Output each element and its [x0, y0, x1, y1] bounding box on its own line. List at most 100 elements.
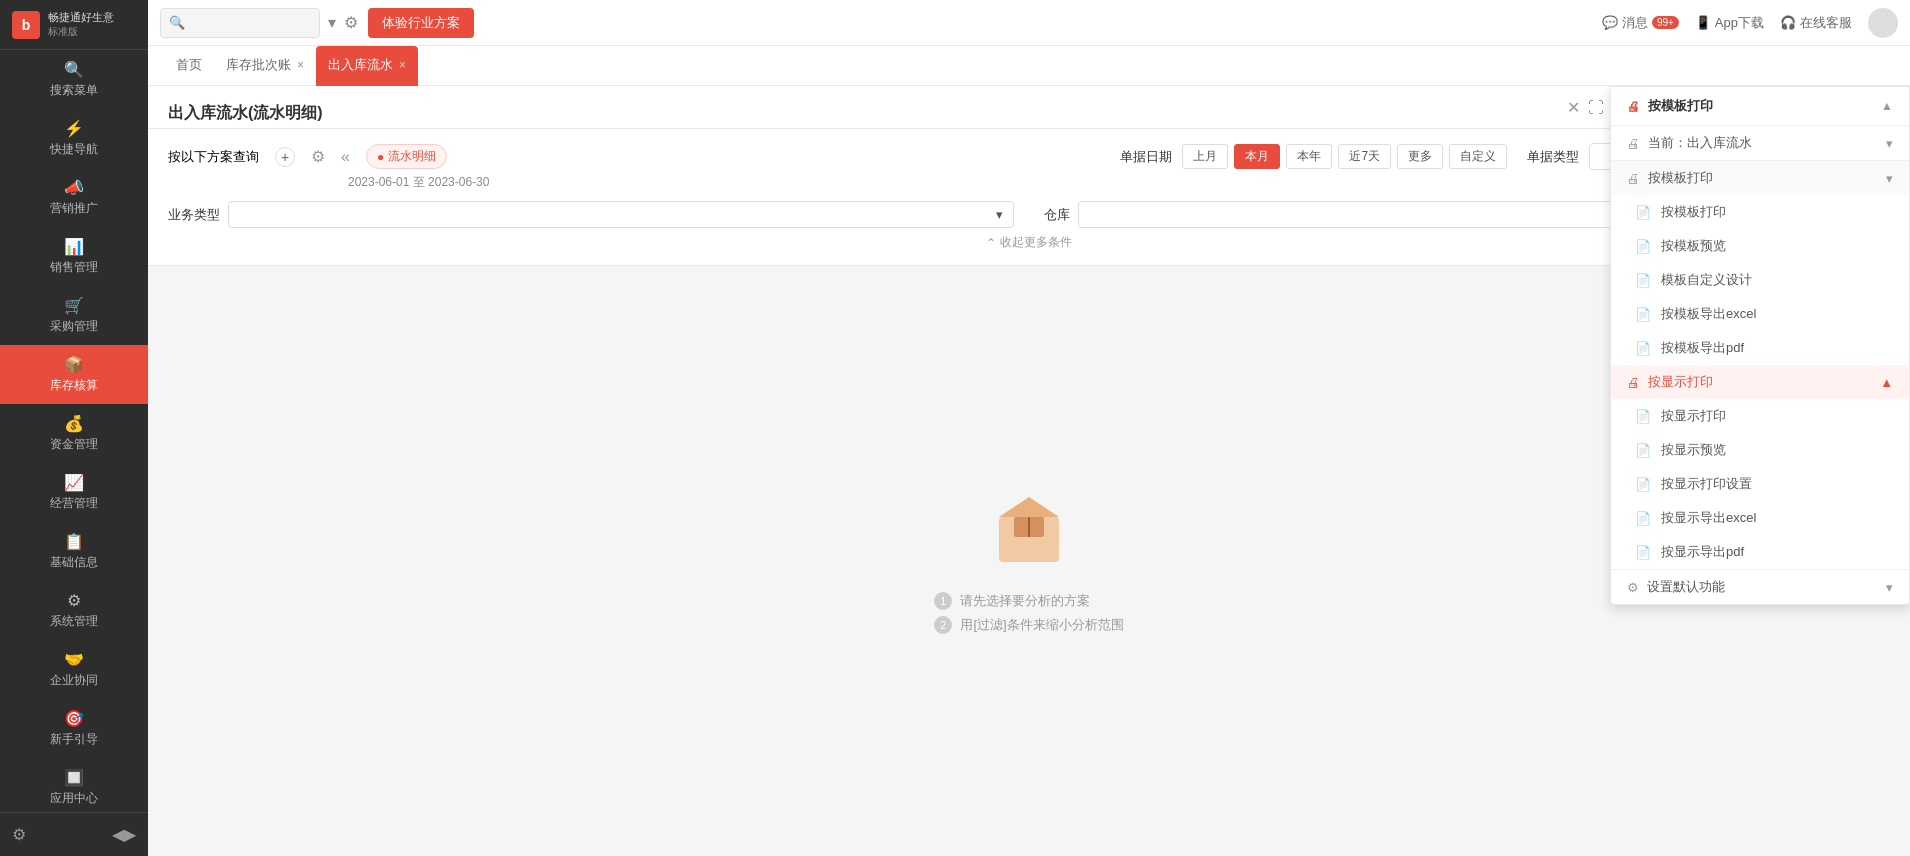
sidebar-item-label: 搜索菜单 — [50, 82, 98, 99]
display-print-section-label: 按显示打印 — [1648, 373, 1713, 391]
sales-icon: 📊 — [64, 237, 84, 256]
filter-collapse-button[interactable]: « — [341, 148, 350, 166]
date-tag-custom[interactable]: 自定义 — [1449, 144, 1507, 169]
tab-flow-close[interactable]: × — [399, 58, 406, 72]
step-2-text: 用[过滤]条件来缩小分析范围 — [960, 616, 1123, 634]
date-tag-year[interactable]: 本年 — [1286, 144, 1332, 169]
avatar[interactable] — [1868, 8, 1898, 38]
filter-settings-button[interactable]: ⚙ — [311, 147, 325, 166]
template-print-section-header[interactable]: 🖨 按模板打印 ▾ — [1611, 161, 1909, 195]
display-print-item[interactable]: 📄 按显示打印 — [1611, 399, 1909, 433]
sidebar-item-inventory[interactable]: 📦 库存核算 — [0, 345, 148, 404]
template-export-excel-item[interactable]: 📄 按模板导出excel — [1611, 297, 1909, 331]
app-download-item[interactable]: 📱 App下载 — [1695, 14, 1764, 32]
filter-chip[interactable]: ● 流水明细 — [366, 144, 447, 169]
system-icon: ⚙ — [67, 591, 81, 610]
online-service-item[interactable]: 🎧 在线客服 — [1780, 14, 1852, 32]
sidebar-footer: ⚙ ◀▶ — [0, 812, 148, 856]
tab-flow[interactable]: 出入库流水 × — [316, 46, 418, 86]
sidebar-item-basic[interactable]: 📋 基础信息 — [0, 522, 148, 581]
section-collapse-icon: ▲ — [1880, 375, 1893, 390]
filter-add-button[interactable]: + — [275, 147, 295, 167]
sidebar-item-sales[interactable]: 📊 销售管理 — [0, 227, 148, 286]
sidebar-item-quick-nav[interactable]: ⚡ 快捷导航 — [0, 109, 148, 168]
tab-flow-label: 出入库流水 — [328, 56, 393, 74]
tab-batch-label: 库存批次账 — [226, 56, 291, 74]
tab-batch[interactable]: 库存批次账 × — [214, 46, 316, 86]
footer-chevron: ▾ — [1886, 580, 1893, 595]
dropdown-footer[interactable]: ⚙ 设置默认功能 ▾ — [1611, 569, 1909, 604]
date-filter-tags: 上月 本月 本年 近7天 更多 自定义 — [1182, 144, 1507, 169]
current-item[interactable]: 🖨 当前：出入库流水 ▾ — [1611, 126, 1909, 161]
tab-home[interactable]: 首页 — [164, 46, 214, 86]
collapse-sidebar-icon[interactable]: ◀▶ — [112, 825, 136, 844]
template-preview-item[interactable]: 📄 按模板预览 — [1611, 229, 1909, 263]
search-box[interactable]: 🔍 — [160, 8, 320, 38]
purchase-icon: 🛒 — [64, 296, 84, 315]
display-print-icon: 📄 — [1635, 409, 1651, 424]
message-item[interactable]: 💬 消息 99+ — [1602, 14, 1679, 32]
sidebar-item-finance[interactable]: 💰 资金管理 — [0, 404, 148, 463]
sidebar-item-label: 基础信息 — [50, 554, 98, 571]
dropdown-chevron-up: ▲ — [1881, 99, 1893, 113]
display-export-pdf-item[interactable]: 📄 按显示导出pdf — [1611, 535, 1909, 569]
date-tag-current-month[interactable]: 本月 — [1234, 144, 1280, 169]
date-tag-more[interactable]: 更多 — [1397, 144, 1443, 169]
sidebar-item-app-center[interactable]: 🔲 应用中心 — [0, 758, 148, 812]
topbar-settings-icon[interactable]: ⚙ — [344, 13, 358, 32]
quick-nav-icon: ⚡ — [64, 119, 84, 138]
trial-btn[interactable]: 体验行业方案 — [368, 8, 474, 38]
doc-custom-icon: 📄 — [1635, 273, 1651, 288]
display-print-section-icon: 🖨 — [1627, 375, 1640, 390]
warehouse-label: 仓库 — [1044, 206, 1070, 224]
template-custom-item[interactable]: 📄 模板自定义设计 — [1611, 263, 1909, 297]
basic-icon: 📋 — [64, 532, 84, 551]
template-print-section-label: 按模板打印 — [1648, 169, 1713, 187]
topbar-dropdown-icon[interactable]: ▾ — [328, 13, 336, 32]
sidebar-item-marketing[interactable]: 📣 营销推广 — [0, 168, 148, 227]
date-tag-7days[interactable]: 近7天 — [1338, 144, 1391, 169]
search-input[interactable] — [189, 16, 309, 30]
app-version: 标准版 — [48, 25, 114, 39]
sidebar-item-system[interactable]: ⚙ 系统管理 — [0, 581, 148, 640]
tabs-bar: 首页 库存批次账 × 出入库流水 × — [148, 46, 1910, 86]
display-print-section-header[interactable]: 🖨 按显示打印 ▲ — [1611, 365, 1909, 399]
settings-icon[interactable]: ⚙ — [12, 825, 26, 844]
template-print-item[interactable]: 📄 按模板打印 — [1611, 195, 1909, 229]
sidebar-item-search[interactable]: 🔍 搜索菜单 — [0, 50, 148, 109]
sidebar-item-purchase[interactable]: 🛒 采购管理 — [0, 286, 148, 345]
expand-panel-button[interactable]: ⛶ — [1584, 95, 1608, 121]
empty-step-1: 1 请先选择要分析的方案 — [934, 592, 1123, 610]
display-export-excel-item[interactable]: 📄 按显示导出excel — [1611, 501, 1909, 535]
close-panel-button[interactable]: ✕ — [1563, 94, 1584, 121]
inventory-icon: 📦 — [64, 355, 84, 374]
chevron-down-icon2: ▾ — [996, 207, 1003, 222]
display-pdf-icon: 📄 — [1635, 545, 1651, 560]
footer-label: 设置默认功能 — [1647, 578, 1725, 596]
sidebar-item-enterprise[interactable]: 🤝 企业协同 — [0, 640, 148, 699]
content-area: 出入库流水(流水明细) 🖨 按模板打印 ▲ ↑ 导出 ↻ 刷新 — [148, 86, 1910, 856]
date-tag-last-month[interactable]: 上月 — [1182, 144, 1228, 169]
tab-batch-close[interactable]: × — [297, 58, 304, 72]
app-center-icon: 🔲 — [64, 768, 84, 787]
business-type-label: 业务类型 — [168, 206, 220, 224]
step-num-2: 2 — [934, 616, 952, 634]
empty-state: 1 请先选择要分析的方案 2 用[过滤]条件来缩小分析范围 — [934, 482, 1123, 640]
app-download-icon: 📱 — [1695, 15, 1711, 30]
sidebar-item-operation[interactable]: 📈 经营管理 — [0, 463, 148, 522]
online-service-label: 在线客服 — [1800, 14, 1852, 32]
date-label: 单据日期 — [1120, 148, 1172, 166]
finance-icon: 💰 — [64, 414, 84, 433]
business-type-filter: 业务类型 ▾ — [168, 201, 1014, 228]
display-print-settings-item[interactable]: 📄 按显示打印设置 — [1611, 467, 1909, 501]
display-preview-item[interactable]: 📄 按显示预览 — [1611, 433, 1909, 467]
template-export-pdf-item[interactable]: 📄 按模板导出pdf — [1611, 331, 1909, 365]
chip-label: 流水明细 — [388, 148, 436, 165]
marketing-icon: 📣 — [64, 178, 84, 197]
display-settings-icon: 📄 — [1635, 477, 1651, 492]
sidebar-item-newbie[interactable]: 🎯 新手引导 — [0, 699, 148, 758]
sidebar-item-label: 快捷导航 — [50, 141, 98, 158]
business-type-select[interactable]: ▾ — [228, 201, 1014, 228]
sidebar-item-label: 采购管理 — [50, 318, 98, 335]
sidebar: b 畅捷通好生意 标准版 🔍 搜索菜单 ⚡ 快捷导航 📣 营销推广 📊 销售管理… — [0, 0, 148, 856]
